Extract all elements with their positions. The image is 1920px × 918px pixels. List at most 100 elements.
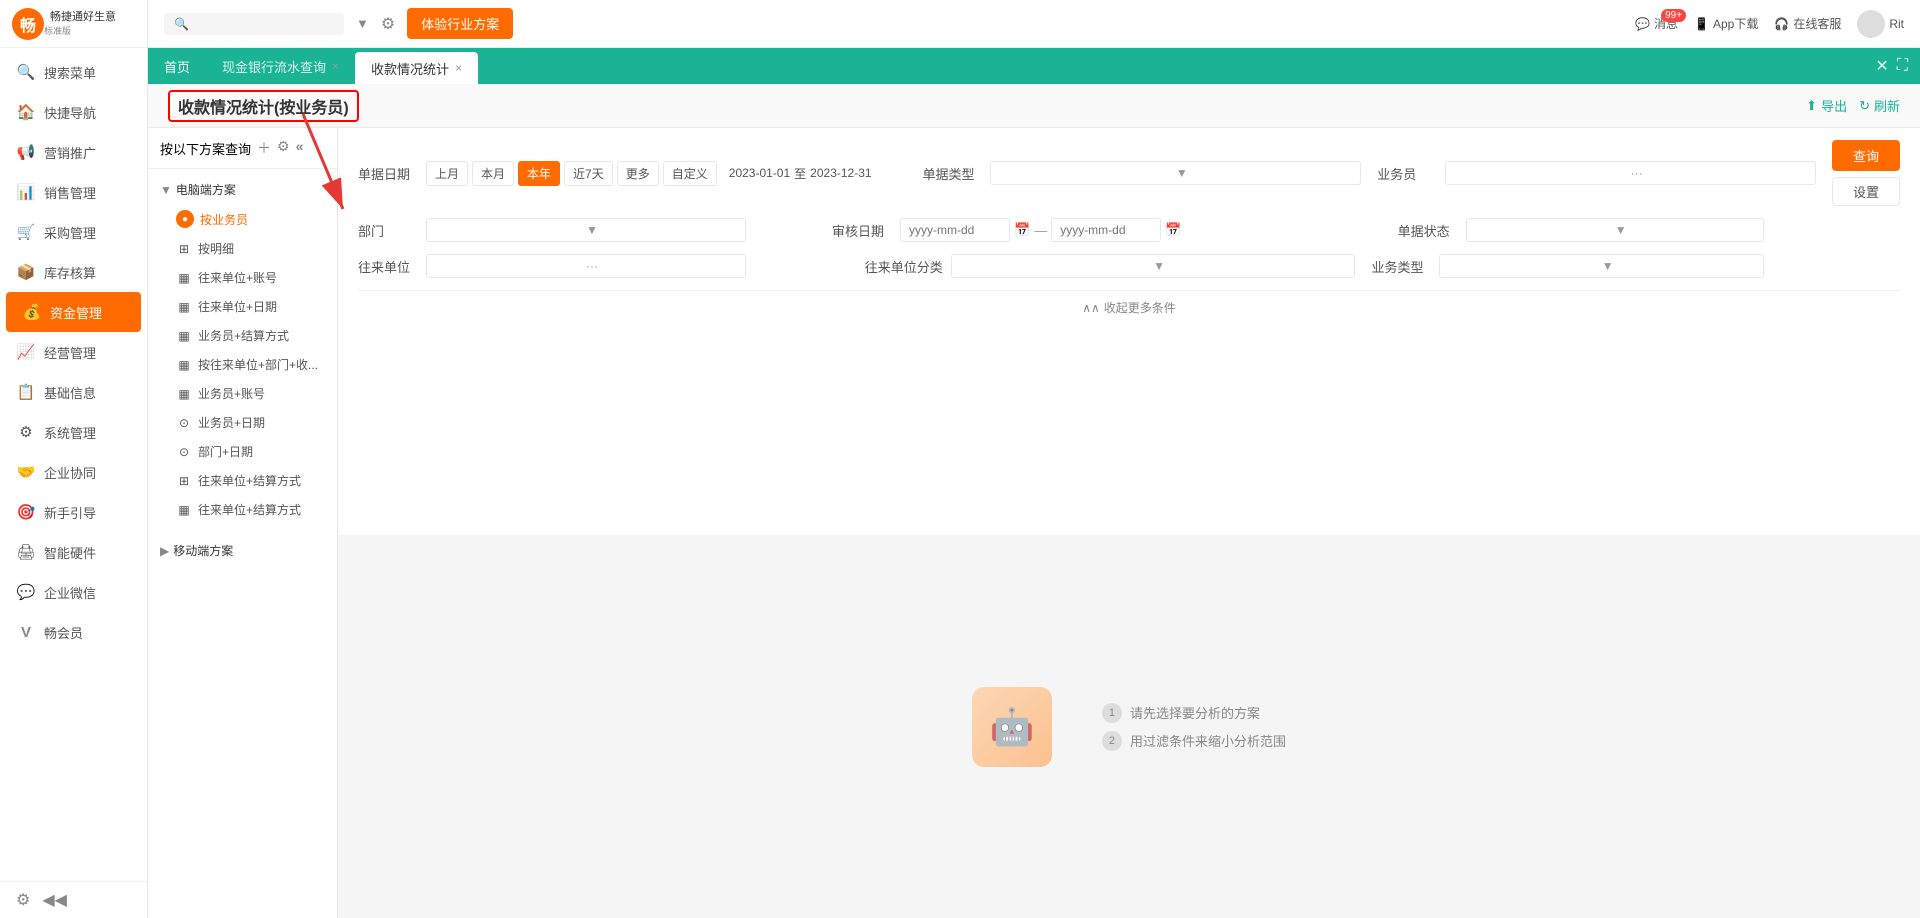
date-btn-last-7-days[interactable]: 近7天 [564,161,613,186]
scheme-section-mobile-title[interactable]: ▶ 移动端方案 [148,536,337,565]
query-button[interactable]: 查询 [1832,140,1900,171]
business-type-select[interactable]: ▼ [1439,254,1764,278]
sidebar-bottom: ⚙ ◀◀ [0,881,147,918]
search-box[interactable]: 🔍 [164,13,344,35]
date-btn-this-year[interactable]: 本年 [518,161,560,186]
scheme-item-partner-dept[interactable]: ▦ 按往来单位+部门+收... [148,350,337,379]
scheme-item-partner-settle2[interactable]: ▦ 往来单位+结算方式 [148,495,337,524]
tabbar-close-icon[interactable]: ✕ [1875,56,1888,76]
date-btn-more[interactable]: 更多 [617,161,659,186]
date-label: 单据日期 [358,164,418,183]
scheme-item-partner-account[interactable]: ▦ 往来单位+账号 [148,263,337,292]
clock-icon2: ⊙ [176,444,192,460]
date-btn-custom[interactable]: 自定义 [663,161,717,186]
app-download-label: App下载 [1713,15,1758,32]
scheme-item-label: 业务员+日期 [198,414,265,431]
scheme-header: 按以下方案查询 ＋ ⚙ « [148,128,337,169]
doc-status-chevron-icon: ▼ [1615,223,1755,237]
partner-category-select[interactable]: ▼ [951,254,1356,278]
scheme-section-desktop-title[interactable]: ▼ 电脑端方案 [148,175,337,204]
tab-bank-flow-label: 现金银行流水查询 [222,57,326,76]
guide-icon: 🎯 [16,502,36,522]
tabbar-expand-icon[interactable]: ⛶ [1897,57,1908,75]
review-date-from-input[interactable] [900,218,1010,242]
sidebar-item-marketing[interactable]: 📢 营销推广 [0,132,147,172]
scheme-item-label: 业务员+结算方式 [198,327,289,344]
tab-bank-flow[interactable]: 现金银行流水查询 × [206,48,355,84]
date-to: 2023-12-31 [810,166,871,180]
sidebar-item-quick-nav[interactable]: 🏠 快捷导航 [0,92,147,132]
page-title-box: 收款情况统计(按业务员) [168,90,359,122]
review-date-label: 审核日期 [832,221,892,240]
sidebar-item-label: 资金管理 [50,303,102,322]
sidebar-item-purchase[interactable]: 🛒 采购管理 [0,212,147,252]
tabbar: 首页 现金银行流水查询 × 收款情况统计 × ✕ ⛶ [148,48,1920,84]
tab-home[interactable]: 首页 [148,48,206,84]
tabbar-actions: ✕ ⛶ [1875,56,1920,76]
collapse-filter-button[interactable]: ∧∧ 收起更多条件 [358,290,1900,324]
more-options-icon[interactable]: ··· [1627,166,1807,180]
tab-collection-stats-close[interactable]: × [455,61,462,75]
export-icon: ⬆ [1806,98,1817,114]
sidebar-item-system[interactable]: ⚙ 系统管理 [0,412,147,452]
sidebar-item-sales[interactable]: 📊 销售管理 [0,172,147,212]
app-download-item[interactable]: 📱 App下载 [1694,15,1758,32]
partner-select[interactable]: ··· [426,254,746,278]
refresh-button[interactable]: ↻ 刷新 [1859,96,1900,115]
partner-more-icon[interactable]: ··· [582,259,737,273]
date-dash: — [1034,223,1047,238]
scheme-item-partner-date[interactable]: ▦ 往来单位+日期 [148,292,337,321]
hint-num-1: 1 [1102,703,1122,723]
filter-partner-category-item: 往来单位分类 ▼ [865,254,1356,278]
doc-status-select[interactable]: ▼ [1466,218,1764,242]
date-btn-last-month[interactable]: 上月 [426,161,468,186]
calendar-icon-to[interactable]: 📅 [1165,222,1181,238]
scheme-item-by-salesperson[interactable]: ● 按业务员 [148,204,337,234]
settings-icon[interactable]: ⚙ [381,14,395,34]
trial-button[interactable]: 体验行业方案 [407,8,513,39]
settings-button[interactable]: 设置 [1832,177,1900,206]
main-body: 按以下方案查询 ＋ ⚙ « ▼ 电脑端方案 ● 按业务员 ⊞ [148,128,1920,918]
sidebar-item-member[interactable]: V 畅会员 [0,612,147,652]
sidebar-item-guide[interactable]: 🎯 新手引导 [0,492,147,532]
sidebar-item-hardware[interactable]: 🖨 智能硬件 [0,532,147,572]
scheme-item-label: 往来单位+结算方式 [198,472,301,489]
sidebar-item-wechat[interactable]: 💬 企业微信 [0,572,147,612]
date-btn-this-month[interactable]: 本月 [472,161,514,186]
export-button[interactable]: ⬆ 导出 [1806,96,1847,115]
sidebar-item-basic[interactable]: 📋 基础信息 [0,372,147,412]
scheme-item-label: 往来单位+账号 [198,269,277,286]
scheme-item-salesperson-settle[interactable]: ▦ 业务员+结算方式 [148,321,337,350]
sidebar-item-search[interactable]: 🔍 搜索菜单 [0,52,147,92]
dept-select[interactable]: ▼ [426,218,746,242]
sidebar-item-enterprise[interactable]: 🤝 企业协同 [0,452,147,492]
scheme-add-icon[interactable]: ＋ [257,138,271,158]
sidebar-item-finance[interactable]: 💰 资金管理 [6,292,141,332]
dropdown-icon[interactable]: ▼ [356,16,369,31]
sidebar-item-business[interactable]: 📈 经营管理 [0,332,147,372]
scheme-item-dept-date[interactable]: ⊙ 部门+日期 [148,437,337,466]
date-from: 2023-01-01 [729,166,790,180]
scheme-header-icons: ＋ ⚙ « [257,138,303,158]
doc-type-select[interactable]: ▼ [990,161,1361,185]
messages-item[interactable]: 💬 消息 99+ [1635,15,1678,32]
collapse-sidebar-icon[interactable]: ◀◀ [42,890,67,910]
scheme-item-partner-settle1[interactable]: ⊞ 往来单位+结算方式 [148,466,337,495]
scheme-collapse-icon[interactable]: « [296,138,304,158]
salesperson-select[interactable]: ··· [1445,161,1816,185]
scheme-section-desktop: ▼ 电脑端方案 ● 按业务员 ⊞ 按明细 ▦ 往来单位+账号 ▦ 往来单位+ [148,169,337,530]
tab-collection-stats[interactable]: 收款情况统计 × [355,52,478,84]
settings-bottom-icon[interactable]: ⚙ [16,890,30,910]
scheme-item-by-detail[interactable]: ⊞ 按明细 [148,234,337,263]
scheme-item-salesperson-date[interactable]: ⊙ 业务员+日期 [148,408,337,437]
sidebar-item-inventory[interactable]: 📦 库存核算 [0,252,147,292]
user-item[interactable]: Rit [1857,10,1904,38]
scheme-item-salesperson-account[interactable]: ▦ 业务员+账号 [148,379,337,408]
scheme-settings-icon[interactable]: ⚙ [277,138,290,158]
review-date-to-input[interactable] [1051,218,1161,242]
calendar-icon-from[interactable]: 📅 [1014,222,1030,238]
tab-bank-flow-close[interactable]: × [332,59,339,73]
online-service-item[interactable]: 🎧 在线客服 [1774,15,1841,32]
scheme-item-label: 按往来单位+部门+收... [198,356,318,373]
doc-status-label: 单据状态 [1398,221,1458,240]
